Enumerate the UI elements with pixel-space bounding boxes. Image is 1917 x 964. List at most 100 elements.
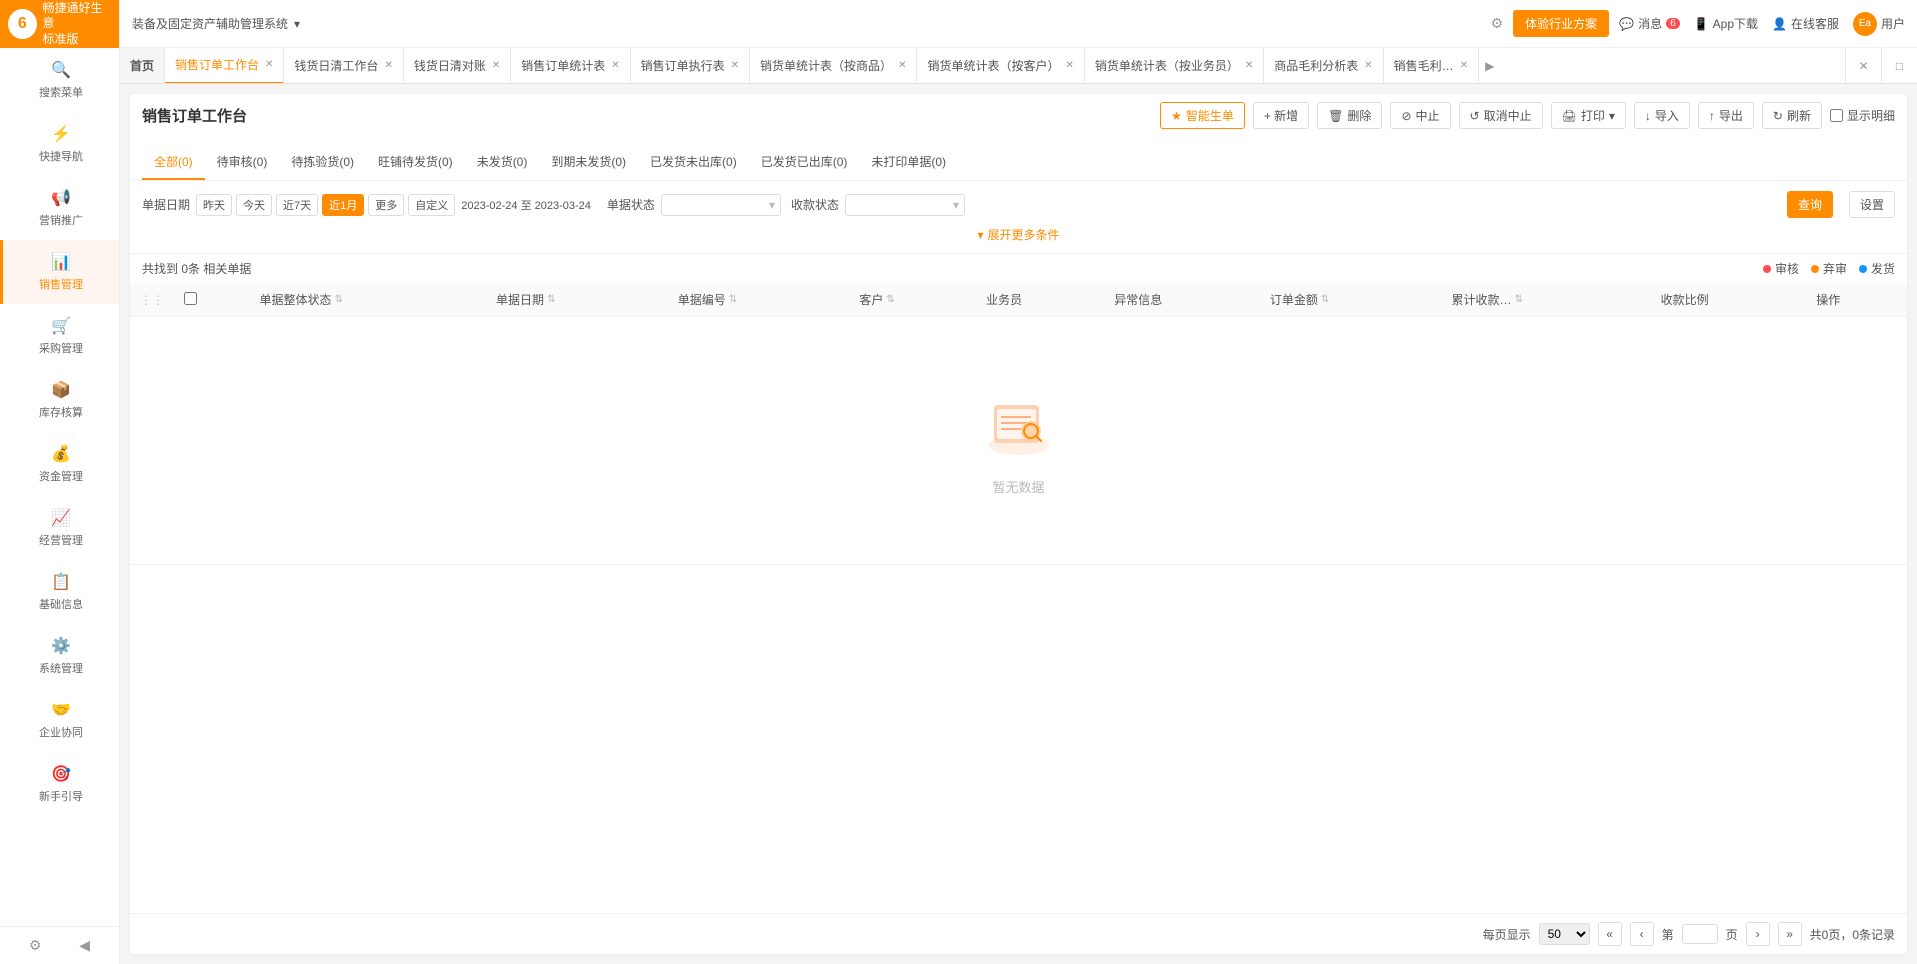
sidebar-item-10[interactable]: 🤝企业协同 [0, 688, 119, 752]
sort-5[interactable]: 客户⇅ [859, 291, 966, 308]
cancel-stop-btn[interactable]: ↺ 取消中止 [1459, 102, 1543, 129]
filter-tab-2[interactable]: 待拣验货(0) [279, 145, 366, 180]
page-input[interactable]: 1 [1682, 924, 1718, 944]
refresh-btn[interactable]: ↻ 刷新 [1762, 102, 1822, 129]
show-detail-checkbox[interactable] [1830, 109, 1843, 122]
tabs-action-0[interactable]: ✕ [1845, 48, 1881, 84]
tab-10[interactable]: 销售毛利…✕ [1384, 48, 1479, 84]
review-action[interactable]: 审核 [1763, 260, 1799, 277]
online-service-btn[interactable]: 👤 在线客服 [1772, 15, 1839, 32]
sidebar-item-2[interactable]: 📢营销推广 [0, 176, 119, 240]
sidebar-item-9[interactable]: ⚙️系统管理 [0, 624, 119, 688]
select-all-checkbox[interactable] [184, 292, 197, 305]
date-btn-今天[interactable]: 今天 [236, 194, 272, 216]
topbar: 装备及固定资产辅助管理系统 ▾ ⚙ 体验行业方案 💬 消息 6 📱 App下载 … [120, 0, 1917, 48]
filter-tab-3[interactable]: 旺铺待发货(0) [366, 145, 465, 180]
import-btn[interactable]: ↓ 导入 [1634, 102, 1690, 129]
filter-tab-0[interactable]: 全部(0) [142, 145, 205, 180]
date-btn-近1月[interactable]: 近1月 [322, 194, 364, 216]
sidebar-item-6[interactable]: 💰资金管理 [0, 432, 119, 496]
expand-btn[interactable]: ▾ 展开更多条件 [977, 226, 1059, 243]
delete-btn[interactable]: 🗑 删除 [1317, 102, 1382, 129]
tab-5[interactable]: 销售订单执行表✕ [631, 48, 750, 84]
message-btn[interactable]: 💬 消息 6 [1619, 15, 1680, 32]
page-last-btn[interactable]: » [1778, 922, 1802, 946]
print-icon: 🖨 [1562, 109, 1577, 123]
filter-tab-8[interactable]: 未打印单据(0) [859, 145, 958, 180]
sidebar-item-0[interactable]: 🔍搜索菜单 [0, 48, 119, 112]
print-btn[interactable]: 🖨 打印 ▾ [1551, 102, 1626, 129]
topbar-gear-icon[interactable]: ⚙ [1491, 15, 1504, 32]
filter-tab-6[interactable]: 已发货未出库(0) [638, 145, 749, 180]
filter-tab-5[interactable]: 到期未发货(0) [539, 145, 638, 180]
page-size-select[interactable]: 102050100 [1539, 923, 1590, 945]
tab-label-0: 首页 [130, 57, 154, 74]
tab-close-7[interactable]: ✕ [1065, 60, 1073, 71]
setting-btn[interactable]: 设置 [1849, 191, 1895, 218]
date-btn-更多[interactable]: 更多 [368, 194, 404, 216]
query-btn[interactable]: 查询 [1787, 191, 1833, 218]
tab-7[interactable]: 销货单统计表（按客户）✕ [917, 48, 1084, 84]
sort-3[interactable]: 单据日期⇅ [496, 291, 658, 308]
tab-close-2[interactable]: ✕ [384, 60, 392, 71]
reject-action[interactable]: 弃审 [1811, 260, 1847, 277]
new-btn[interactable]: + 新增 [1253, 102, 1309, 129]
filter-tab-4[interactable]: 未发货(0) [465, 145, 540, 180]
sort-8[interactable]: 订单金额⇅ [1270, 291, 1432, 308]
sidebar-icon-5: 📦 [51, 380, 71, 400]
tab-close-3[interactable]: ✕ [492, 60, 500, 71]
tab-2[interactable]: 钱货日清工作台✕ [284, 48, 403, 84]
stop-btn[interactable]: ⊘ 中止 [1390, 102, 1450, 129]
sidebar-item-8[interactable]: 📋基础信息 [0, 560, 119, 624]
date-btn-近7天[interactable]: 近7天 [276, 194, 318, 216]
filter-tab-7[interactable]: 已发货已出库(0) [749, 145, 860, 180]
tab-close-4[interactable]: ✕ [611, 60, 619, 71]
tabs-action-1[interactable]: □ [1881, 48, 1917, 84]
page-first-btn[interactable]: « [1598, 922, 1622, 946]
industry-btn[interactable]: 体验行业方案 [1513, 10, 1609, 37]
tab-close-1[interactable]: ✕ [265, 59, 273, 70]
tab-6[interactable]: 销货单统计表（按商品）✕ [750, 48, 917, 84]
topbar-dropdown-btn[interactable]: ▾ [294, 17, 300, 31]
tab-3[interactable]: 钱货日清对账✕ [404, 48, 511, 84]
filter-tab-1[interactable]: 待审核(0) [205, 145, 280, 180]
settings-icon[interactable]: ⚙ [29, 937, 42, 954]
sidebar-item-1[interactable]: ⚡快捷导航 [0, 112, 119, 176]
app-download-btn[interactable]: 📱 App下载 [1694, 15, 1758, 32]
tab-close-10[interactable]: ✕ [1460, 60, 1468, 71]
collapse-icon[interactable]: ◀ [79, 937, 90, 954]
sidebar-item-7[interactable]: 📈经营管理 [0, 496, 119, 560]
page-next-btn[interactable]: › [1746, 922, 1770, 946]
tab-9[interactable]: 商品毛利分析表✕ [1264, 48, 1383, 84]
ship-action[interactable]: 发货 [1859, 260, 1895, 277]
user-btn[interactable]: Ea 用户 [1853, 12, 1905, 36]
payment-select[interactable] [845, 194, 965, 216]
smart-btn[interactable]: ★ 智能生单 [1160, 102, 1245, 129]
tab-8[interactable]: 销货单统计表（按业务员）✕ [1085, 48, 1264, 84]
col-header-5: 客户⇅ [849, 283, 976, 317]
tab-close-8[interactable]: ✕ [1245, 60, 1253, 71]
drag-handle[interactable]: ⋮⋮ [140, 293, 164, 307]
sidebar-icon-7: 📈 [51, 508, 71, 528]
sidebar-item-3[interactable]: 📊销售管理 [0, 240, 119, 304]
sidebar-item-4[interactable]: 🛒采购管理 [0, 304, 119, 368]
date-btn-自定义[interactable]: 自定义 [408, 194, 455, 216]
tab-1[interactable]: 销售订单工作台✕ [165, 48, 284, 84]
tab-close-5[interactable]: ✕ [731, 60, 739, 71]
sidebar-item-5[interactable]: 📦库存核算 [0, 368, 119, 432]
page-prev-btn[interactable]: ‹ [1630, 922, 1654, 946]
sort-2[interactable]: 单据整体状态⇅ [259, 291, 476, 308]
sort-9[interactable]: 累计收款…⇅ [1452, 291, 1641, 308]
tab-0[interactable]: 首页 [120, 48, 165, 84]
sidebar-item-11[interactable]: 🎯新手引导 [0, 752, 119, 816]
sidebar-icon-1: ⚡ [51, 124, 71, 144]
tabs-scroll-right-btn[interactable]: ▶ [1479, 48, 1500, 84]
user-avatar: Ea [1853, 12, 1877, 36]
sort-4[interactable]: 单据编号⇅ [678, 291, 840, 308]
status-select[interactable] [661, 194, 781, 216]
date-btn-昨天[interactable]: 昨天 [196, 194, 232, 216]
tab-4[interactable]: 销售订单统计表✕ [511, 48, 630, 84]
tab-close-6[interactable]: ✕ [898, 60, 906, 71]
tab-close-9[interactable]: ✕ [1364, 60, 1372, 71]
export-btn[interactable]: ↑ 导出 [1698, 102, 1754, 129]
